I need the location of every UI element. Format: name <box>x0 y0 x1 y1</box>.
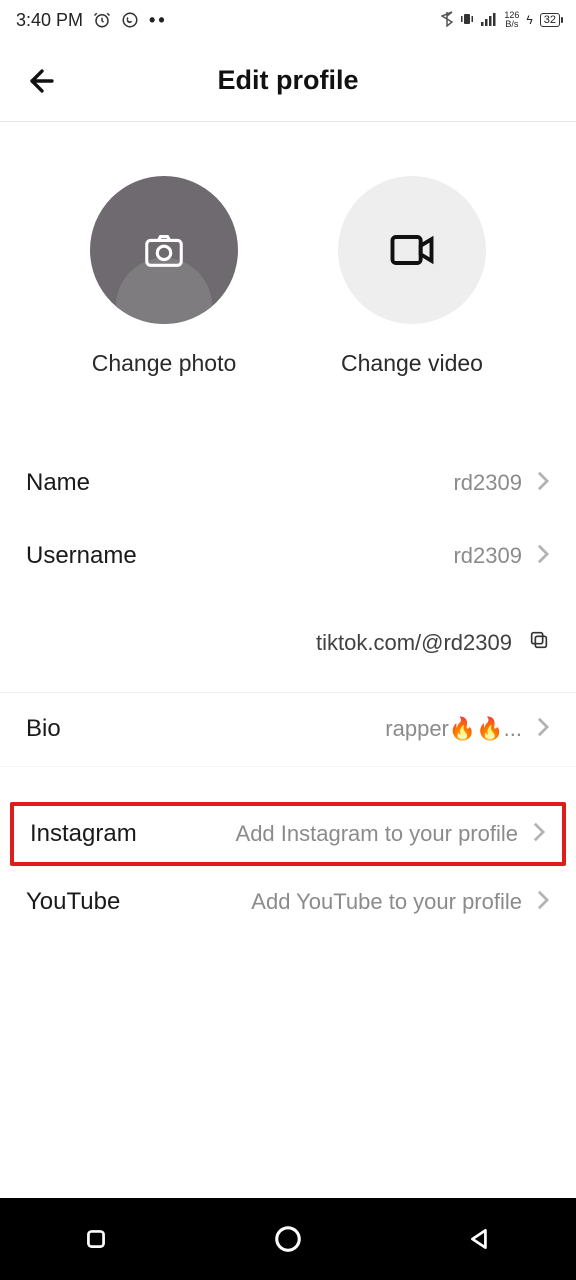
username-value: rd2309 <box>453 543 522 569</box>
battery-indicator: 32 <box>540 13 560 27</box>
change-video-label: Change video <box>341 350 483 377</box>
instagram-row[interactable]: Instagram Add Instagram to your profile <box>10 802 566 866</box>
app-header: Edit profile <box>0 40 576 122</box>
profile-url: tiktok.com/@rd2309 <box>316 630 512 656</box>
name-value: rd2309 <box>453 470 522 496</box>
back-button[interactable] <box>22 61 62 101</box>
vibrate-icon <box>460 12 474 29</box>
chevron-right-icon <box>536 470 550 497</box>
alarm-icon <box>93 11 111 29</box>
profile-url-row: tiktok.com/@rd2309 <box>0 593 576 693</box>
chevron-right-icon <box>536 543 550 570</box>
chevron-right-icon <box>536 716 550 743</box>
bluetooth-icon <box>441 11 453 30</box>
recents-button[interactable] <box>76 1219 116 1259</box>
youtube-row[interactable]: YouTube Add YouTube to your profile <box>0 866 576 939</box>
change-video-button[interactable]: Change video <box>338 176 486 377</box>
whatsapp-icon <box>121 11 139 29</box>
status-time: 3:40 PM <box>16 10 83 31</box>
youtube-label: YouTube <box>26 888 120 916</box>
net-rate: 126 B/s <box>504 11 519 29</box>
profile-photo-avatar <box>90 176 238 324</box>
page-title: Edit profile <box>0 65 576 96</box>
copy-icon[interactable] <box>528 629 550 656</box>
bio-value: rapper🔥🔥... <box>385 716 522 742</box>
more-notifications-icon: •• <box>149 10 168 31</box>
change-photo-label: Change photo <box>92 350 237 377</box>
chevron-right-icon <box>536 889 550 916</box>
chevron-right-icon <box>532 821 546 848</box>
home-button[interactable] <box>268 1219 308 1259</box>
instagram-label: Instagram <box>30 820 137 848</box>
bio-label: Bio <box>26 715 61 743</box>
name-label: Name <box>26 469 90 497</box>
signal-icon <box>481 12 497 29</box>
android-nav-bar <box>0 1198 576 1280</box>
status-bar: 3:40 PM •• 126 B/s ϟ 32 <box>0 0 576 40</box>
change-photo-button[interactable]: Change photo <box>90 176 238 377</box>
charging-icon: ϟ <box>526 13 532 27</box>
instagram-value: Add Instagram to your profile <box>236 821 518 847</box>
username-row[interactable]: Username rd2309 <box>0 520 576 593</box>
nav-back-button[interactable] <box>460 1219 500 1259</box>
username-label: Username <box>26 542 137 570</box>
youtube-value: Add YouTube to your profile <box>251 889 522 915</box>
name-row[interactable]: Name rd2309 <box>0 447 576 520</box>
profile-video-placeholder <box>338 176 486 324</box>
bio-row[interactable]: Bio rapper🔥🔥... <box>0 693 576 766</box>
media-section: Change photo Change video <box>0 122 576 417</box>
